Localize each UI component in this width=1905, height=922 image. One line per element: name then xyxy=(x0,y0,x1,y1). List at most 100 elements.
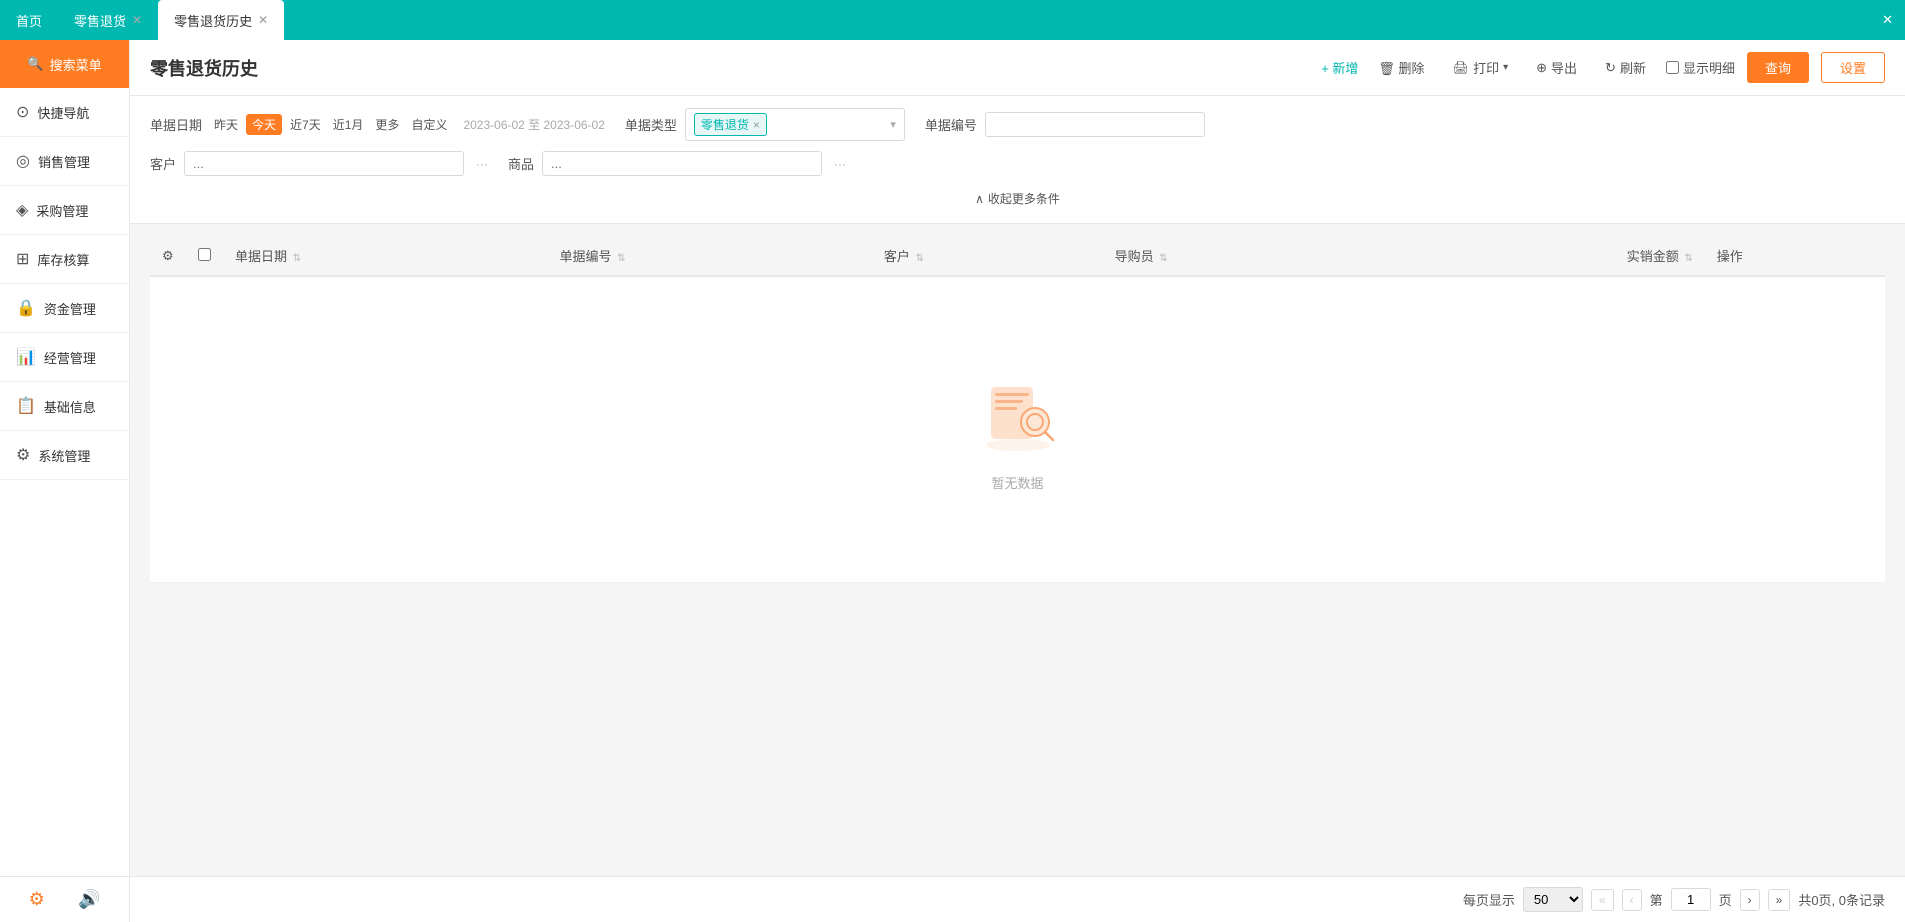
filter-row-1: 单据日期 昨天 今天 近7天 近1月 更多 自定义 2023-06-02 至 2… xyxy=(150,108,1885,141)
empty-state-row: 暂无数据 xyxy=(150,276,1885,583)
close-tab-retail-return[interactable]: ✕ xyxy=(132,13,142,27)
tab-retail-return-history[interactable]: 零售退货历史 ✕ xyxy=(158,0,284,40)
page-number-input[interactable] xyxy=(1671,888,1711,911)
settings-bottom-icon[interactable]: ⚙ xyxy=(29,889,45,910)
gear-icon[interactable]: ⚙ xyxy=(162,248,174,263)
sidebar-item-sys-mgmt[interactable]: ⚙ 系统管理 xyxy=(0,431,129,480)
goods-filter-field: 商品 ··· xyxy=(508,151,846,176)
page-header: 零售退货历史 + 新增 🗑 删除 🖨 打印 ▾ ⊕ 导出 ↻ 刷新 xyxy=(130,40,1905,96)
customer-input[interactable] xyxy=(184,151,464,176)
quick-nav-icon: ⊙ xyxy=(16,102,29,122)
content-area: 零售退货历史 + 新增 🗑 删除 🖨 打印 ▾ ⊕ 导出 ↻ 刷新 xyxy=(130,40,1905,922)
goods-filter-label: 商品 xyxy=(508,154,534,173)
refresh-icon: ↻ xyxy=(1605,60,1616,76)
th-customer: 客户 ⇅ xyxy=(872,236,1103,276)
customer-browse-icon[interactable]: ··· xyxy=(476,157,488,171)
page-suffix: 页 xyxy=(1719,890,1732,909)
date-range-display: 2023-06-02 至 2023-06-02 xyxy=(463,116,604,133)
customer-filter-field: 客户 ··· xyxy=(150,151,488,176)
pagination-bar: 每页显示 50 10 20 100 « ‹ 第 页 › » 共0页, 0条记录 xyxy=(130,876,1905,922)
sidebar-item-purchase-mgmt[interactable]: ◈ 采购管理 xyxy=(0,186,129,235)
next-page-button[interactable]: › xyxy=(1740,889,1760,911)
audio-bottom-icon[interactable]: 🔊 xyxy=(78,889,100,910)
th-guide: 导购员 ⇅ xyxy=(1103,236,1381,276)
sort-doc-no-icon[interactable]: ⇅ xyxy=(617,253,625,264)
basic-info-icon: 📋 xyxy=(16,396,36,416)
first-page-button[interactable]: « xyxy=(1591,889,1614,911)
sidebar-item-quick-nav[interactable]: ⊙ 快捷导航 xyxy=(0,88,129,137)
topbar-right-close[interactable]: ✕ xyxy=(1882,12,1893,28)
date-filter-label: 单据日期 xyxy=(150,115,202,134)
ops-mgmt-icon: 📊 xyxy=(16,347,36,367)
refresh-button[interactable]: ↻ 刷新 xyxy=(1597,54,1654,81)
capital-mgmt-icon: 🔒 xyxy=(16,298,36,318)
top-bar: 首页 零售退货 ✕ 零售退货历史 ✕ ✕ xyxy=(0,0,1905,40)
show-detail-checkbox[interactable] xyxy=(1666,61,1679,74)
doc-no-input[interactable] xyxy=(985,112,1205,137)
goods-input[interactable] xyxy=(542,151,822,176)
empty-icon xyxy=(973,367,1063,457)
per-page-label: 每页显示 xyxy=(1463,890,1515,909)
sidebar-item-basic-info[interactable]: 📋 基础信息 xyxy=(0,382,129,431)
select-all-checkbox[interactable] xyxy=(198,248,211,261)
th-amount: 实销金额 ⇅ xyxy=(1380,236,1704,276)
page-title: 零售退货历史 xyxy=(150,55,258,81)
date-opt-today[interactable]: 今天 xyxy=(246,114,282,135)
sort-date-icon[interactable]: ⇅ xyxy=(293,253,301,264)
sidebar-item-ops-mgmt[interactable]: 📊 经营管理 xyxy=(0,333,129,382)
date-opt-1month[interactable]: 近1月 xyxy=(329,114,368,135)
table-header-row: ⚙ 单据日期 ⇅ 单据编号 ⇅ xyxy=(150,236,1885,276)
delete-button[interactable]: 🗑 删除 xyxy=(1370,54,1432,81)
query-button[interactable]: 查询 xyxy=(1747,52,1809,83)
date-opt-custom[interactable]: 自定义 xyxy=(407,114,451,135)
purchase-mgmt-icon: ◈ xyxy=(16,200,28,220)
print-button[interactable]: 🖨 打印 ▾ xyxy=(1445,54,1517,81)
doc-type-chevron-icon: ▾ xyxy=(890,118,896,131)
tab-home[interactable]: 首页 xyxy=(0,0,58,40)
sidebar-item-capital-mgmt[interactable]: 🔒 资金管理 xyxy=(0,284,129,333)
doc-type-tag-remove[interactable]: × xyxy=(753,118,760,132)
th-action: 操作 xyxy=(1705,236,1885,276)
prev-page-button[interactable]: ‹ xyxy=(1622,889,1642,911)
export-button[interactable]: ⊕ 导出 xyxy=(1528,54,1585,81)
empty-text: 暂无数据 xyxy=(991,473,1043,492)
tab-retail-return[interactable]: 零售退货 ✕ xyxy=(58,0,158,40)
page-label: 第 xyxy=(1650,890,1663,909)
main-layout: 🔍 搜索菜单 ⊙ 快捷导航 ◎ 销售管理 ◈ 采购管理 ⊞ 库存核算 🔒 资金管… xyxy=(0,40,1905,922)
collapse-chevron-icon: ∧ xyxy=(975,192,984,206)
show-detail-checkbox-label[interactable]: 显示明细 xyxy=(1666,58,1735,77)
last-page-button[interactable]: » xyxy=(1768,889,1791,911)
sidebar-search[interactable]: 🔍 搜索菜单 xyxy=(0,40,129,88)
date-opt-7days[interactable]: 近7天 xyxy=(286,114,325,135)
date-opt-yesterday[interactable]: 昨天 xyxy=(210,114,242,135)
sort-guide-icon[interactable]: ⇅ xyxy=(1159,253,1167,264)
export-icon: ⊕ xyxy=(1536,60,1547,76)
date-options: 昨天 今天 近7天 近1月 更多 自定义 xyxy=(210,114,451,135)
doc-type-select[interactable]: 零售退货 × ▾ xyxy=(685,108,905,141)
inventory-check-icon: ⊞ xyxy=(16,249,29,269)
th-checkbox xyxy=(186,236,223,276)
print-icon: 🖨 xyxy=(1453,60,1470,76)
new-button[interactable]: + 新增 xyxy=(1321,58,1358,77)
settings-button[interactable]: 设置 xyxy=(1821,52,1885,83)
date-opt-more[interactable]: 更多 xyxy=(371,114,403,135)
date-filter-field: 单据日期 昨天 今天 近7天 近1月 更多 自定义 2023-06-02 至 2… xyxy=(150,114,605,135)
sidebar-item-inventory-check[interactable]: ⊞ 库存核算 xyxy=(0,235,129,284)
sort-amount-icon[interactable]: ⇅ xyxy=(1684,253,1692,264)
sys-mgmt-icon: ⚙ xyxy=(16,445,30,465)
data-table: ⚙ 单据日期 ⇅ 单据编号 ⇅ xyxy=(150,236,1885,583)
close-tab-retail-return-history[interactable]: ✕ xyxy=(258,13,268,27)
per-page-select[interactable]: 50 10 20 100 xyxy=(1523,887,1583,912)
goods-browse-icon[interactable]: ··· xyxy=(834,157,846,171)
sidebar-item-sales-mgmt[interactable]: ◎ 销售管理 xyxy=(0,137,129,186)
doc-type-filter-field: 单据类型 零售退货 × ▾ xyxy=(625,108,905,141)
sidebar-bottom: ⚙ 🔊 xyxy=(0,876,129,922)
filter-row-2: 客户 ··· 商品 ··· xyxy=(150,151,1885,176)
total-text: 共0页, 0条记录 xyxy=(1798,890,1885,909)
print-chevron-icon: ▾ xyxy=(1503,62,1508,73)
collapse-bar[interactable]: ∧ 收起更多条件 xyxy=(150,186,1885,211)
sort-customer-icon[interactable]: ⇅ xyxy=(916,253,924,264)
sales-mgmt-icon: ◎ xyxy=(16,151,30,171)
doc-no-filter-label: 单据编号 xyxy=(925,115,977,134)
search-icon: 🔍 xyxy=(27,56,43,72)
